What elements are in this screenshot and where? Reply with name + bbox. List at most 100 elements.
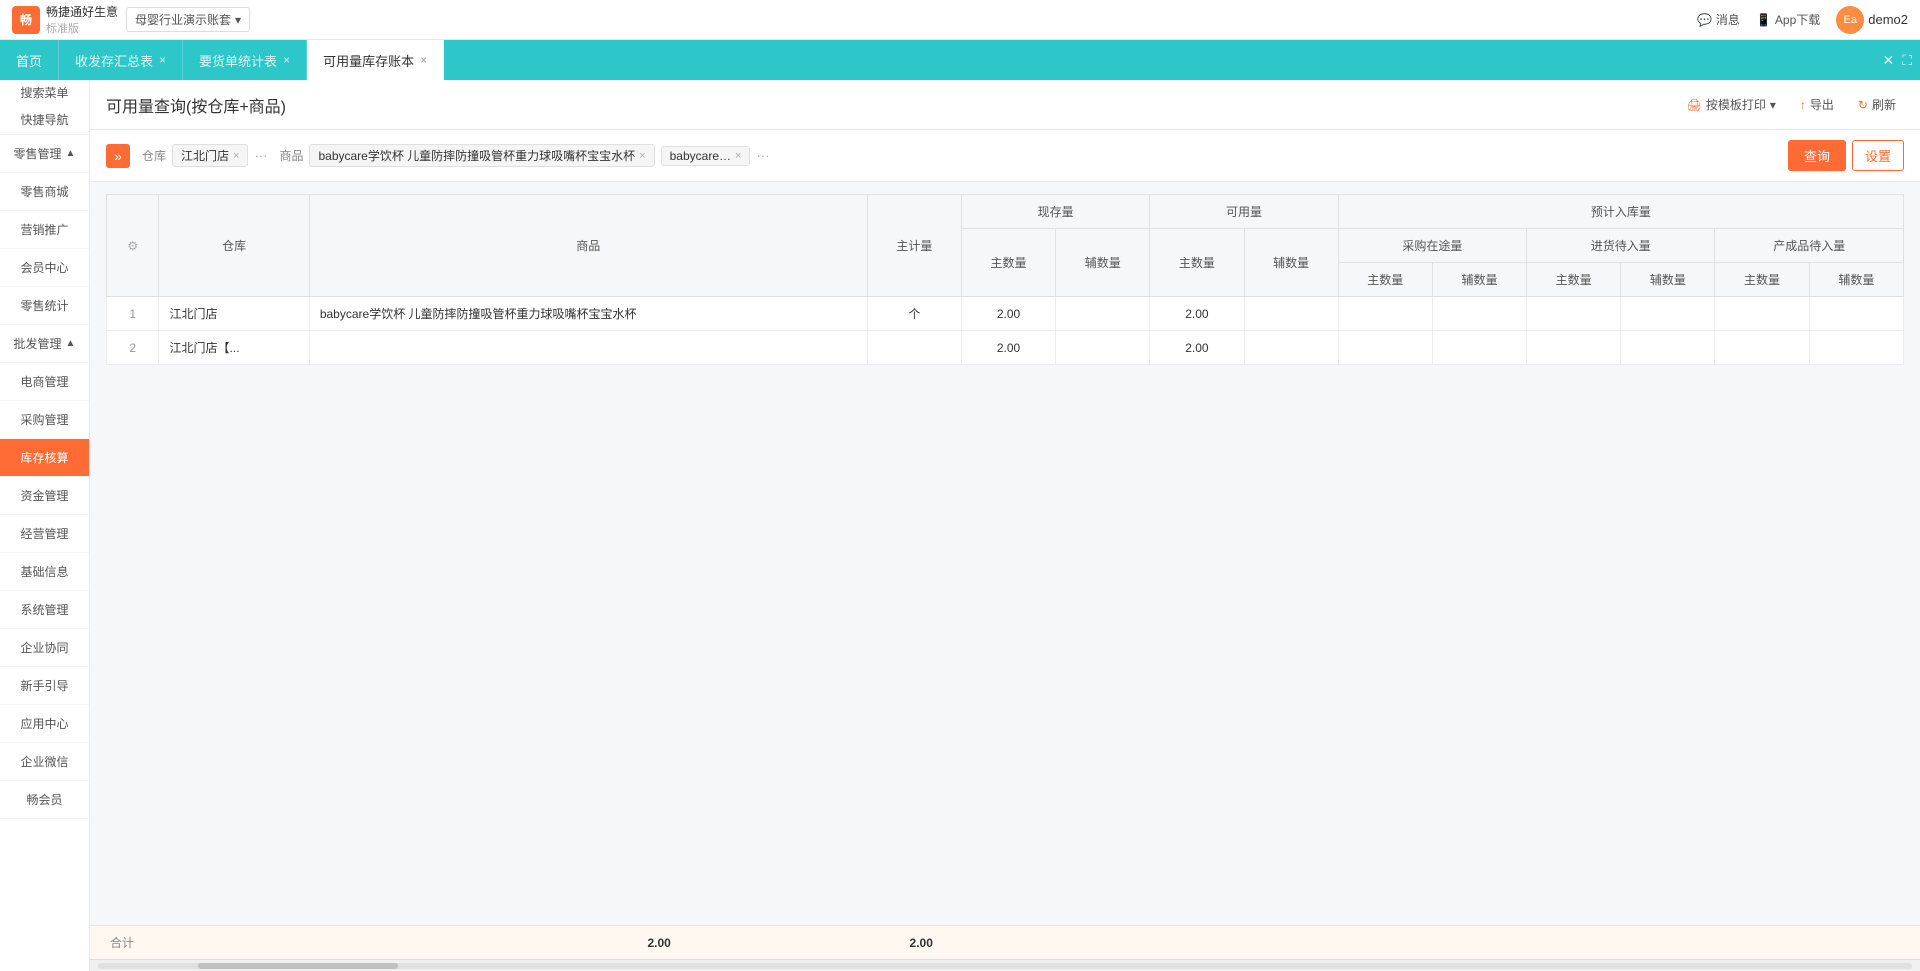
settings-button[interactable]: 设置 [1852, 140, 1904, 171]
refresh-icon: ↻ [1858, 98, 1868, 112]
chevron-up-icon: ▲ [66, 148, 76, 159]
horizontal-scrollbar[interactable] [90, 959, 1920, 971]
logo-text: 畅捷通好生意 标准版 [46, 3, 118, 36]
remove-product1-icon[interactable]: × [639, 150, 645, 162]
row-stock-aux [1056, 331, 1150, 365]
row-product-aux [1809, 331, 1903, 365]
sidebar-item-member-plus[interactable]: 畅会员 [0, 781, 89, 819]
avail-aux-header: 辅数量 [1244, 229, 1338, 297]
row-incoming-main [1527, 331, 1621, 365]
gear-icon[interactable]: ⚙ [127, 239, 138, 253]
logo-area: 畅 畅捷通好生意 标准版 [12, 3, 118, 36]
tabbar-actions: ✕ ⛶ [1882, 52, 1920, 69]
tab-home[interactable]: 首页 [0, 40, 59, 80]
message-button[interactable]: 💬 消息 [1697, 11, 1740, 28]
product-more-icon[interactable]: ··· [756, 148, 769, 163]
row-purchase-main [1338, 331, 1432, 365]
inventory-table: ⚙ 仓库 商品 主计量 现存量 可用量 预计入库量 主数量 辅数量 主数量 辅数… [106, 194, 1904, 365]
sidebar-item-ecommerce[interactable]: 电商管理 [0, 363, 89, 401]
sidebar-item-wechat[interactable]: 企业微信 [0, 743, 89, 781]
row-product-main [1715, 297, 1809, 331]
scrollbar-thumb[interactable] [198, 963, 398, 969]
topbar: 畅 畅捷通好生意 标准版 母婴行业演示账套 ▾ 💬 消息 📱 App下载 Ea … [0, 0, 1920, 40]
sidebar-item-wholesale-mgmt[interactable]: 批发管理 ▲ [0, 325, 89, 363]
row-incoming-aux [1621, 297, 1715, 331]
sidebar-item-procurement[interactable]: 采购管理 [0, 401, 89, 439]
tabbar: 首页 收发存汇总表 × 要货单统计表 × 可用量库存账本 × ✕ ⛶ [0, 40, 1920, 80]
sidebar-item-app-center[interactable]: 应用中心 [0, 705, 89, 743]
export-icon: ↑ [1800, 98, 1806, 112]
close-all-tabs-icon[interactable]: ✕ [1882, 52, 1894, 69]
row-unit: 个 [867, 297, 961, 331]
row-incoming-aux [1621, 331, 1715, 365]
sidebar-item-retail-stats[interactable]: 零售统计 [0, 287, 89, 325]
sidebar-search[interactable]: 搜索菜单 [0, 80, 89, 105]
row-product [309, 331, 867, 365]
row-number: 1 [107, 297, 159, 331]
filter-toggle-button[interactable]: » [106, 144, 130, 168]
row-stock-main: 2.00 [961, 331, 1055, 365]
sidebar-item-retail-mall[interactable]: 零售商城 [0, 173, 89, 211]
sidebar-item-system[interactable]: 系统管理 [0, 591, 89, 629]
sidebar-item-retail-mgmt[interactable]: 零售管理 ▲ [0, 135, 89, 173]
row-avail-main: 2.00 [1150, 297, 1244, 331]
sidebar-quicknav[interactable]: 快捷导航 [0, 105, 89, 135]
sidebar-item-enterprise[interactable]: 企业协同 [0, 629, 89, 667]
scrollbar-track[interactable] [98, 963, 1912, 969]
app-download-button[interactable]: 📱 App下载 [1756, 11, 1820, 28]
product-column-header: 商品 [309, 195, 867, 297]
sidebar-item-finance[interactable]: 资金管理 [0, 477, 89, 515]
warehouse-more-icon[interactable]: ··· [254, 148, 267, 163]
sidebar-item-inventory[interactable]: 库存核算 [0, 439, 89, 477]
purchase-transit-header: 采购在途量 [1338, 229, 1526, 263]
sidebar-item-newbie[interactable]: 新手引导 [0, 667, 89, 705]
remove-product2-icon[interactable]: × [735, 150, 741, 162]
tab-purchase-stats[interactable]: 要货单统计表 × [183, 40, 307, 80]
topbar-left: 畅 畅捷通好生意 标准版 母婴行业演示账套 ▾ [12, 3, 250, 36]
warehouse-tag[interactable]: 江北门店 × [172, 144, 248, 167]
close-tab-available-inventory[interactable]: × [420, 53, 427, 67]
filter-bar: » 仓库 江北门店 × ··· 商品 babycare学饮杯 儿童防摔防撞吸管杯… [90, 130, 1920, 182]
logo-icon: 畅 [12, 6, 40, 34]
table-row: 1 江北门店 babycare学饮杯 儿童防摔防撞吸管杯重力球吸嘴杯宝宝水杯 个… [107, 297, 1904, 331]
row-product: babycare学饮杯 儿童防摔防撞吸管杯重力球吸嘴杯宝宝水杯 [309, 297, 867, 331]
close-tab-purchase-stats[interactable]: × [283, 53, 290, 67]
table-row: 2 江北门店【... 2.00 2.00 [107, 331, 1904, 365]
avatar: Ea [1836, 6, 1864, 34]
template-select[interactable]: 母婴行业演示账套 ▾ [126, 7, 250, 32]
product-tag1[interactable]: babycare学饮杯 儿童防摔防撞吸管杯重力球吸嘴杯宝宝水杯 × [309, 144, 654, 167]
refresh-button[interactable]: ↻ 刷新 [1850, 92, 1904, 117]
print-button[interactable]: 🖨 按模板打印 ▾ [1679, 92, 1784, 117]
warehouse-column-header: 仓库 [159, 195, 309, 297]
incoming-main-header: 主数量 [1527, 263, 1621, 297]
user-area[interactable]: Ea demo2 [1836, 6, 1908, 34]
chevron-down-icon: ▾ [235, 13, 241, 27]
available-group-header: 可用量 [1150, 195, 1338, 229]
sidebar-item-basic-info[interactable]: 基础信息 [0, 553, 89, 591]
export-button[interactable]: ↑ 导出 [1792, 92, 1842, 117]
sidebar-item-members[interactable]: 会员中心 [0, 249, 89, 287]
query-button[interactable]: 查询 [1788, 140, 1846, 171]
tab-available-inventory[interactable]: 可用量库存账本 × [307, 40, 444, 80]
row-unit [867, 331, 961, 365]
content-area: 可用量查询(按仓库+商品) 🖨 按模板打印 ▾ ↑ 导出 ↻ 刷新 » [90, 80, 1920, 971]
close-tab-receivables[interactable]: × [159, 53, 166, 67]
product-label: 商品 [279, 147, 303, 164]
gear-column-header[interactable]: ⚙ [107, 195, 159, 297]
row-avail-aux [1244, 297, 1338, 331]
stock-aux-header: 辅数量 [1056, 229, 1150, 297]
sidebar-item-operations[interactable]: 经营管理 [0, 515, 89, 553]
row-product-main [1715, 331, 1809, 365]
product-tag2[interactable]: babycare… × [661, 146, 751, 166]
row-warehouse: 江北门店 [159, 297, 309, 331]
print-icon: 🖨 [1687, 98, 1702, 112]
incoming-header: 进货待入量 [1527, 229, 1715, 263]
product-main-header: 主数量 [1715, 263, 1809, 297]
remove-warehouse-icon[interactable]: × [233, 150, 239, 162]
maximize-icon[interactable]: ⛶ [1902, 52, 1912, 69]
chevron-up-icon2: ▲ [66, 338, 76, 349]
sidebar-item-marketing[interactable]: 营销推广 [0, 211, 89, 249]
tab-receivables[interactable]: 收发存汇总表 × [59, 40, 183, 80]
summary-stock-main: 2.00 [594, 936, 725, 950]
purchase-aux-header: 辅数量 [1432, 263, 1526, 297]
